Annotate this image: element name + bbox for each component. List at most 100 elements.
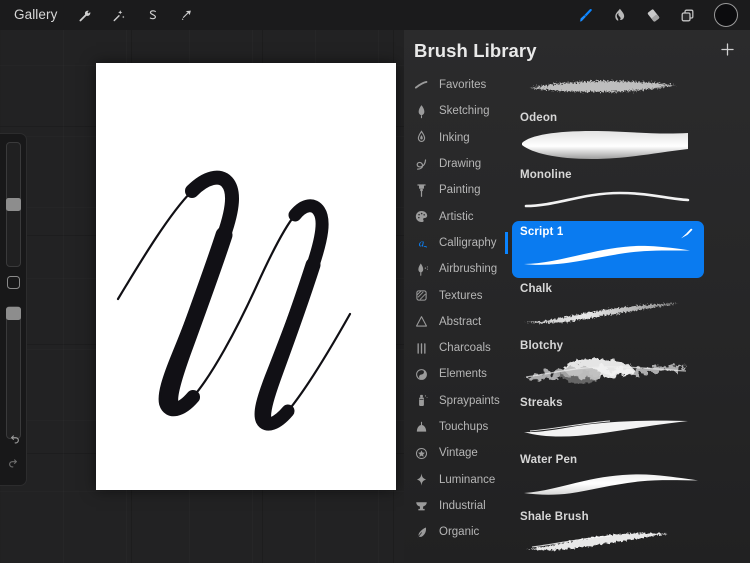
brush-item-streaks[interactable]: Streaks	[512, 392, 698, 449]
brush-stroke-preview	[516, 408, 698, 448]
transform-arrow-icon[interactable]	[169, 0, 203, 30]
brush-category-textures[interactable]: Textures	[404, 282, 508, 308]
brush-category-list[interactable]: Favorites Sketching Inking Drawing Painting A…	[404, 72, 508, 563]
brush-item-odeon[interactable]: Odeon	[512, 107, 698, 164]
brush-category-organic[interactable]: Organic	[404, 519, 508, 545]
topbar-right-group	[568, 0, 750, 30]
brush-category-charcoals[interactable]: Charcoals	[404, 335, 508, 361]
brush-category-abstract[interactable]: Abstract	[404, 309, 508, 335]
brush-category-sketching[interactable]: Sketching	[404, 98, 508, 124]
brush-scroll-container[interactable]: Odeon Monoline Script 1 Chalk Blotchy St	[508, 72, 750, 563]
brush-opacity-thumb[interactable]	[6, 307, 21, 320]
ink-drop-icon	[408, 125, 434, 151]
brush-item-brush-0[interactable]	[512, 72, 698, 107]
brush-stroke-preview	[516, 465, 698, 505]
svg-text:a: a	[418, 238, 424, 250]
anvil-icon	[408, 493, 434, 519]
brush-category-label: Vintage	[439, 447, 478, 459]
brush-category-label: Airbrushing	[439, 263, 497, 275]
brush-category-label: Textures	[439, 290, 482, 302]
paintbrush-icon[interactable]	[568, 0, 602, 30]
color-swatch-button[interactable]	[714, 3, 738, 27]
brush-category-label: Elements	[439, 368, 487, 380]
brush-category-luminance[interactable]: Luminance	[404, 466, 508, 492]
layers-icon[interactable]	[670, 0, 704, 30]
sparkle-icon	[408, 467, 434, 493]
modify-square-button[interactable]	[7, 276, 20, 289]
brush-category-label: Inking	[439, 132, 470, 144]
selection-s-icon[interactable]	[135, 0, 169, 30]
smudge-icon[interactable]	[602, 0, 636, 30]
brush-stroke-preview	[516, 522, 698, 562]
letter-a-icon: a	[408, 230, 434, 256]
brush-preview-list[interactable]: Odeon Monoline Script 1 Chalk Blotchy St	[508, 72, 750, 563]
brush-category-calligraphy[interactable]: a Calligraphy	[404, 230, 508, 256]
brush-stroke-preview	[516, 294, 698, 334]
leaf-icon	[408, 519, 434, 545]
edit-brush-icon[interactable]	[678, 227, 694, 241]
brush-item-monoline[interactable]: Monoline	[512, 164, 698, 221]
brush-category-spraypaints[interactable]: Spraypaints	[404, 388, 508, 414]
brush-category-touchups[interactable]: Touchups	[404, 414, 508, 440]
brush-category-label: Luminance	[439, 474, 495, 486]
brush-size-thumb[interactable]	[6, 198, 21, 211]
brush-category-vintage[interactable]: Vintage	[404, 440, 508, 466]
artwork-letterform	[96, 63, 396, 490]
brush-category-label: Spraypaints	[439, 395, 500, 407]
brush-category-inking[interactable]: Inking	[404, 125, 508, 151]
brush-category-elements[interactable]: Elements	[404, 361, 508, 387]
brush-category-label: Artistic	[439, 211, 474, 223]
adjustments-wrench-icon[interactable]	[67, 0, 101, 30]
brush-category-label: Painting	[439, 184, 481, 196]
panel-title: Brush Library	[414, 40, 537, 62]
brush-category-industrial[interactable]: Industrial	[404, 493, 508, 519]
brush-item-blotchy[interactable]: Blotchy	[512, 335, 698, 392]
stroke-icon	[408, 72, 434, 98]
redo-button[interactable]	[4, 454, 23, 473]
brush-category-label: Abstract	[439, 316, 481, 328]
brush-category-label: Calligraphy	[439, 237, 497, 249]
pencil-tip-icon	[408, 98, 434, 124]
brush-settings-sidebar	[0, 133, 27, 486]
star-circle-icon	[408, 440, 434, 466]
yin-yang-icon	[408, 361, 434, 387]
spray-can-icon	[408, 388, 434, 414]
brush-item-water-pen[interactable]: Water Pen	[512, 449, 698, 506]
brush-item-chalk[interactable]: Chalk	[512, 278, 698, 335]
add-brush-icon[interactable]	[716, 38, 738, 60]
eraser-icon[interactable]	[636, 0, 670, 30]
brush-category-airbrushing[interactable]: Airbrushing	[404, 256, 508, 282]
gallery-button[interactable]: Gallery	[0, 0, 67, 30]
topbar-left-group: Gallery	[0, 0, 203, 30]
brush-stroke-preview	[516, 72, 698, 106]
brush-size-slider[interactable]	[6, 142, 21, 267]
brush-category-label: Drawing	[439, 158, 481, 170]
brush-category-drawing[interactable]: Drawing	[404, 151, 508, 177]
top-toolbar: Gallery	[0, 0, 750, 30]
brush-item-script-1[interactable]: Script 1	[512, 221, 704, 278]
brush-stroke-preview	[516, 123, 698, 163]
brush-category-label: Charcoals	[439, 342, 491, 354]
brush-category-label: Sketching	[439, 105, 490, 117]
brush-category-label: Favorites	[439, 79, 486, 91]
palette-icon	[408, 204, 434, 230]
brush-opacity-slider[interactable]	[6, 306, 21, 439]
brush-category-label: Industrial	[439, 500, 486, 512]
airbrush-icon	[408, 256, 434, 282]
triangle-icon	[408, 309, 434, 335]
artwork-canvas[interactable]	[96, 63, 396, 490]
brush-category-artistic[interactable]: Artistic	[404, 203, 508, 229]
squiggle-icon	[408, 151, 434, 177]
brush-stroke-preview	[516, 237, 698, 277]
brush-category-favorites[interactable]: Favorites	[404, 72, 508, 98]
paintbrush-flat-icon	[408, 177, 434, 203]
brush-library-header: Brush Library	[404, 30, 750, 72]
brush-item-shale-brush[interactable]: Shale Brush	[512, 506, 698, 563]
hatched-square-icon	[408, 283, 434, 309]
brush-category-painting[interactable]: Painting	[404, 177, 508, 203]
magic-wand-adjust-icon[interactable]	[101, 0, 135, 30]
undo-button[interactable]	[4, 430, 23, 449]
brush-library-panel: Brush Library Favorites Sketching Inking Dr…	[404, 30, 750, 563]
dome-icon	[408, 414, 434, 440]
brush-category-label: Organic	[439, 526, 479, 538]
